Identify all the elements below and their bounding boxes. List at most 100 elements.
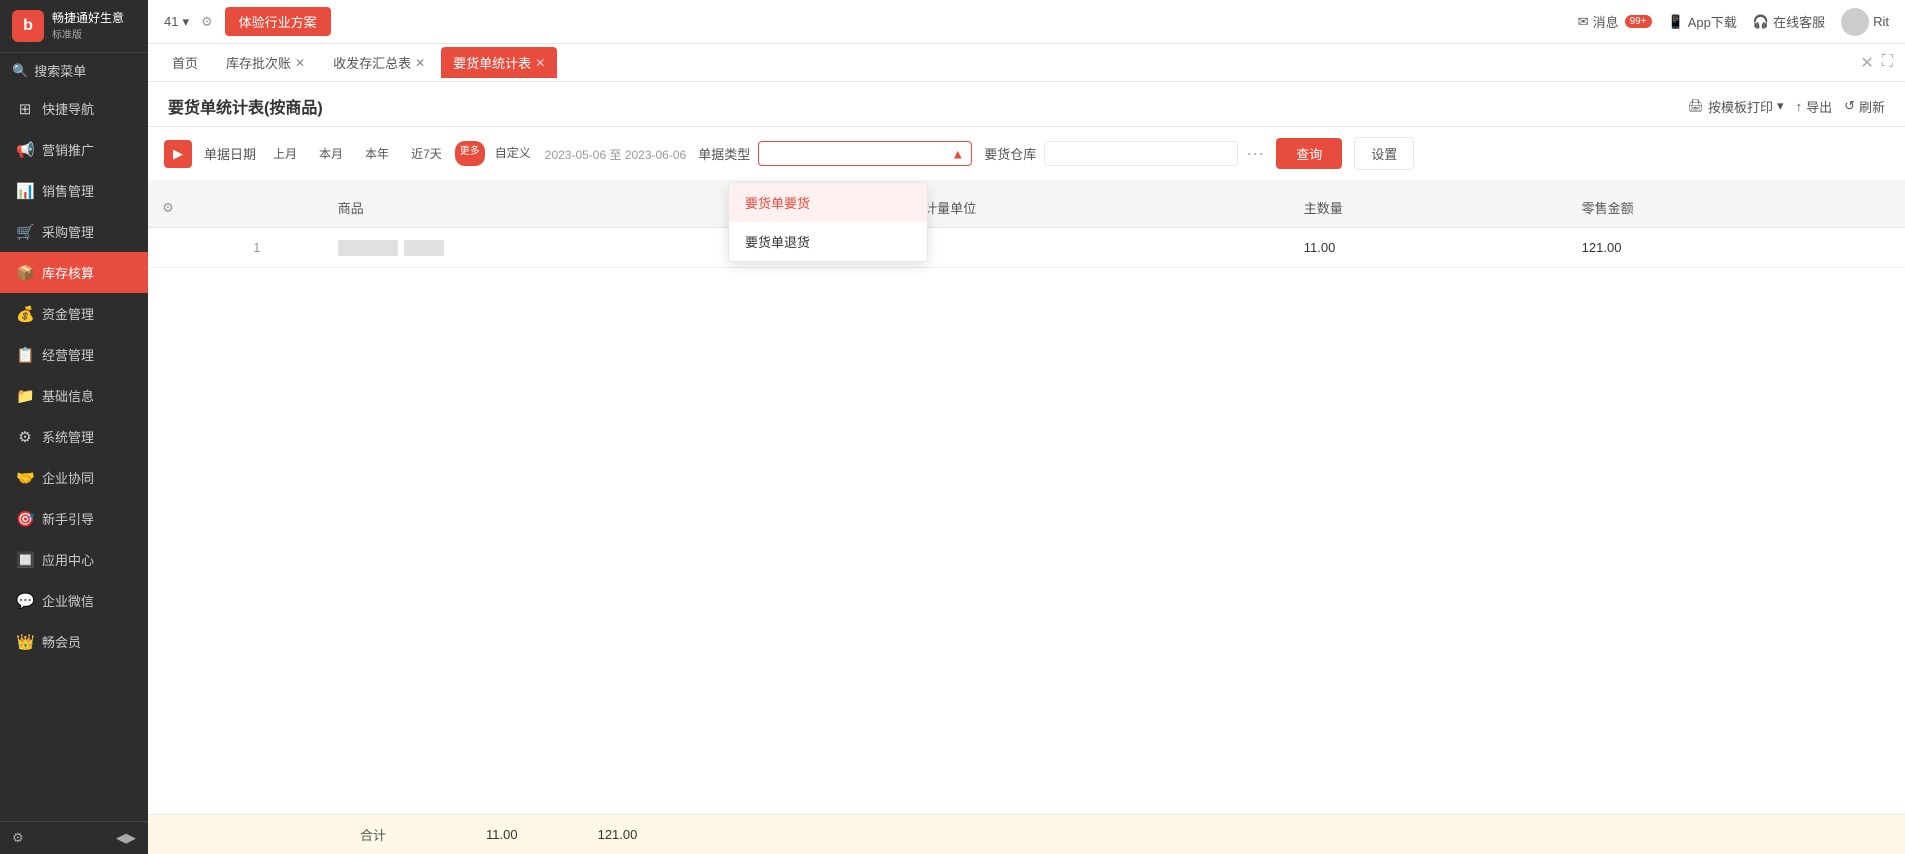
- logo-icon: b: [12, 10, 44, 42]
- sidebar-search[interactable]: 🔍 搜索菜单: [0, 53, 148, 88]
- top-bar-left: 41 ▾ ⚙ 体验行业方案: [164, 7, 331, 36]
- date-btn-last-month[interactable]: 上月: [264, 141, 306, 166]
- refresh-button[interactable]: ↺ 刷新: [1844, 97, 1885, 116]
- messages-action[interactable]: ✉ 消息 99+: [1578, 12, 1652, 31]
- dropdown-item-yaohuodantuihuo[interactable]: 要货单退货: [729, 222, 927, 261]
- tab-receive-summary[interactable]: 收发存汇总表 ✕: [321, 47, 437, 78]
- date-range-display: 2023-05-06 至 2023-06-06: [545, 146, 686, 163]
- sidebar-item-purchase[interactable]: 🛒 采购管理: [0, 211, 148, 252]
- date-btn-this-month[interactable]: 本月: [310, 141, 352, 166]
- nav-label: 系统管理: [42, 427, 94, 446]
- nav-label: 库存核算: [42, 263, 94, 282]
- product-placeholder-1: [338, 240, 398, 256]
- basic-info-icon: 📁: [16, 387, 34, 405]
- page-title: 要货单统计表(按商品): [168, 94, 323, 118]
- td-num: 1: [188, 228, 326, 268]
- nav-label: 销售管理: [42, 181, 94, 200]
- th-quantity: 主数量: [1292, 188, 1570, 228]
- sidebar-item-finance[interactable]: 💰 资金管理: [0, 293, 148, 334]
- top-bar-right: ✉ 消息 99+ 📱 App下载 🎧 在线客服 Rit: [1578, 8, 1889, 36]
- expand-filter-button[interactable]: ▶: [164, 140, 192, 168]
- sidebar-item-operations[interactable]: 📋 经营管理: [0, 334, 148, 375]
- online-service-action[interactable]: 🎧 在线客服: [1753, 12, 1825, 31]
- filter-settings-button[interactable]: 设置: [1354, 137, 1414, 170]
- product-placeholder-2: [404, 240, 444, 256]
- sidebar-item-quick-nav[interactable]: ⊞ 快捷导航: [0, 88, 148, 129]
- th-num: [188, 188, 326, 228]
- sidebar-collapse-btn[interactable]: ◀▶: [116, 830, 136, 846]
- warehouse-label: 要货仓库: [984, 144, 1036, 163]
- sidebar-item-app-center[interactable]: 🔲 应用中心: [0, 539, 148, 580]
- doc-type-input[interactable]: [758, 141, 972, 166]
- sales-icon: 📊: [16, 182, 34, 200]
- date-custom-btn[interactable]: 自定义: [489, 141, 537, 166]
- table-footer: 合计 11.00 121.00: [148, 814, 1905, 854]
- sidebar-item-cooperation[interactable]: 🤝 企业协同: [0, 457, 148, 498]
- sidebar-item-system[interactable]: ⚙ 系统管理: [0, 416, 148, 457]
- sidebar-item-basic-info[interactable]: 📁 基础信息: [0, 375, 148, 416]
- page-header: 要货单统计表(按商品) 🖨 按模板打印 ▾ ↑ 导出 ↺ 刷新: [148, 82, 1905, 127]
- footer-amount: 121.00: [598, 827, 638, 842]
- sidebar-settings-icon[interactable]: ⚙: [12, 830, 24, 846]
- sidebar-item-sales[interactable]: 📊 销售管理: [0, 170, 148, 211]
- tabs-right: ✕ ⛶: [1860, 53, 1893, 73]
- filter-bar: ▶ 单据日期 上月 本月 本年 近7天 更多 自定义 2023-05-06 至 …: [148, 127, 1905, 180]
- warehouse-input[interactable]: [1044, 141, 1238, 166]
- sidebar-footer: ⚙ ◀▶: [0, 821, 148, 854]
- date-more-badge[interactable]: 更多: [455, 141, 485, 166]
- data-table: ⚙ 商品 主计量单位 主数量 零售金额 1: [148, 188, 1905, 268]
- tab-expand-icon[interactable]: ⛶: [1882, 53, 1893, 73]
- tab-batch-account[interactable]: 库存批次账 ✕: [214, 47, 317, 78]
- avatar: [1841, 8, 1869, 36]
- tab-receive-summary-close[interactable]: ✕: [415, 56, 425, 70]
- tab-order-stats[interactable]: 要货单统计表 ✕: [441, 47, 557, 78]
- wechat-icon: 💬: [16, 592, 34, 610]
- column-settings-icon[interactable]: ⚙: [162, 200, 174, 215]
- sidebar: b 畅捷通好生意 标准版 🔍 搜索菜单 ⊞ 快捷导航 📢 营销推广 📊 销售管理…: [0, 0, 148, 854]
- td-quantity: 11.00: [1292, 228, 1570, 268]
- doc-type-label: 单据类型: [698, 144, 750, 163]
- settings-gear-icon[interactable]: ⚙: [201, 14, 213, 30]
- th-settings: ⚙: [148, 188, 188, 228]
- user-avatar-action[interactable]: Rit: [1841, 8, 1889, 36]
- more-filter-icon[interactable]: ···: [1246, 143, 1264, 164]
- tab-batch-account-label: 库存批次账: [226, 53, 291, 72]
- query-button[interactable]: 查询: [1276, 138, 1342, 169]
- messages-label: 消息: [1593, 12, 1619, 31]
- logo-name: 畅捷通好生意: [52, 11, 124, 27]
- store-dropdown-icon: ▾: [182, 14, 189, 30]
- messages-badge: 99+: [1625, 15, 1652, 28]
- date-btn-7days[interactable]: 近7天: [402, 141, 451, 166]
- trial-button[interactable]: 体验行业方案: [225, 7, 331, 36]
- export-button[interactable]: ↑ 导出: [1796, 97, 1833, 116]
- inventory-icon: 📦: [16, 264, 34, 282]
- date-btn-this-year[interactable]: 本年: [356, 141, 398, 166]
- nav-label: 资金管理: [42, 304, 94, 323]
- tab-home[interactable]: 首页: [160, 47, 210, 78]
- tab-batch-account-close[interactable]: ✕: [295, 56, 305, 70]
- sidebar-item-inventory[interactable]: 📦 库存核算: [0, 252, 148, 293]
- sidebar-item-guide[interactable]: 🎯 新手引导: [0, 498, 148, 539]
- doc-type-select-container: ▲: [758, 141, 972, 166]
- print-button[interactable]: 🖨 按模板打印 ▾: [1688, 97, 1784, 116]
- app-download-action[interactable]: 📱 App下载: [1668, 12, 1737, 31]
- dropdown-item-yaohuodanyaohuo[interactable]: 要货单要货: [729, 183, 927, 222]
- tab-close-all-icon[interactable]: ✕: [1860, 53, 1873, 73]
- doc-type-dropdown: 要货单要货 要货单退货: [728, 182, 928, 262]
- system-icon: ⚙: [16, 428, 34, 446]
- members-icon: 👑: [16, 633, 34, 651]
- refresh-icon: ↺: [1844, 98, 1855, 114]
- table-row: 1 块 11.00 121.00: [148, 228, 1905, 268]
- online-service-label: 在线客服: [1773, 12, 1825, 31]
- sidebar-item-marketing[interactable]: 📢 营销推广: [0, 129, 148, 170]
- sidebar-item-members[interactable]: 👑 畅会员: [0, 621, 148, 662]
- operations-icon: 📋: [16, 346, 34, 364]
- nav-label: 畅会员: [42, 632, 81, 651]
- headset-icon: 🎧: [1753, 14, 1769, 30]
- store-selector[interactable]: 41 ▾: [164, 14, 189, 30]
- doc-type-filter-group: 单据类型 ▲: [698, 141, 972, 166]
- tab-order-stats-close[interactable]: ✕: [535, 56, 545, 70]
- app-download-label: App下载: [1688, 12, 1737, 31]
- top-bar: 41 ▾ ⚙ 体验行业方案 ✉ 消息 99+ 📱 App下载 🎧 在线客服 R: [148, 0, 1905, 44]
- sidebar-item-wechat[interactable]: 💬 企业微信: [0, 580, 148, 621]
